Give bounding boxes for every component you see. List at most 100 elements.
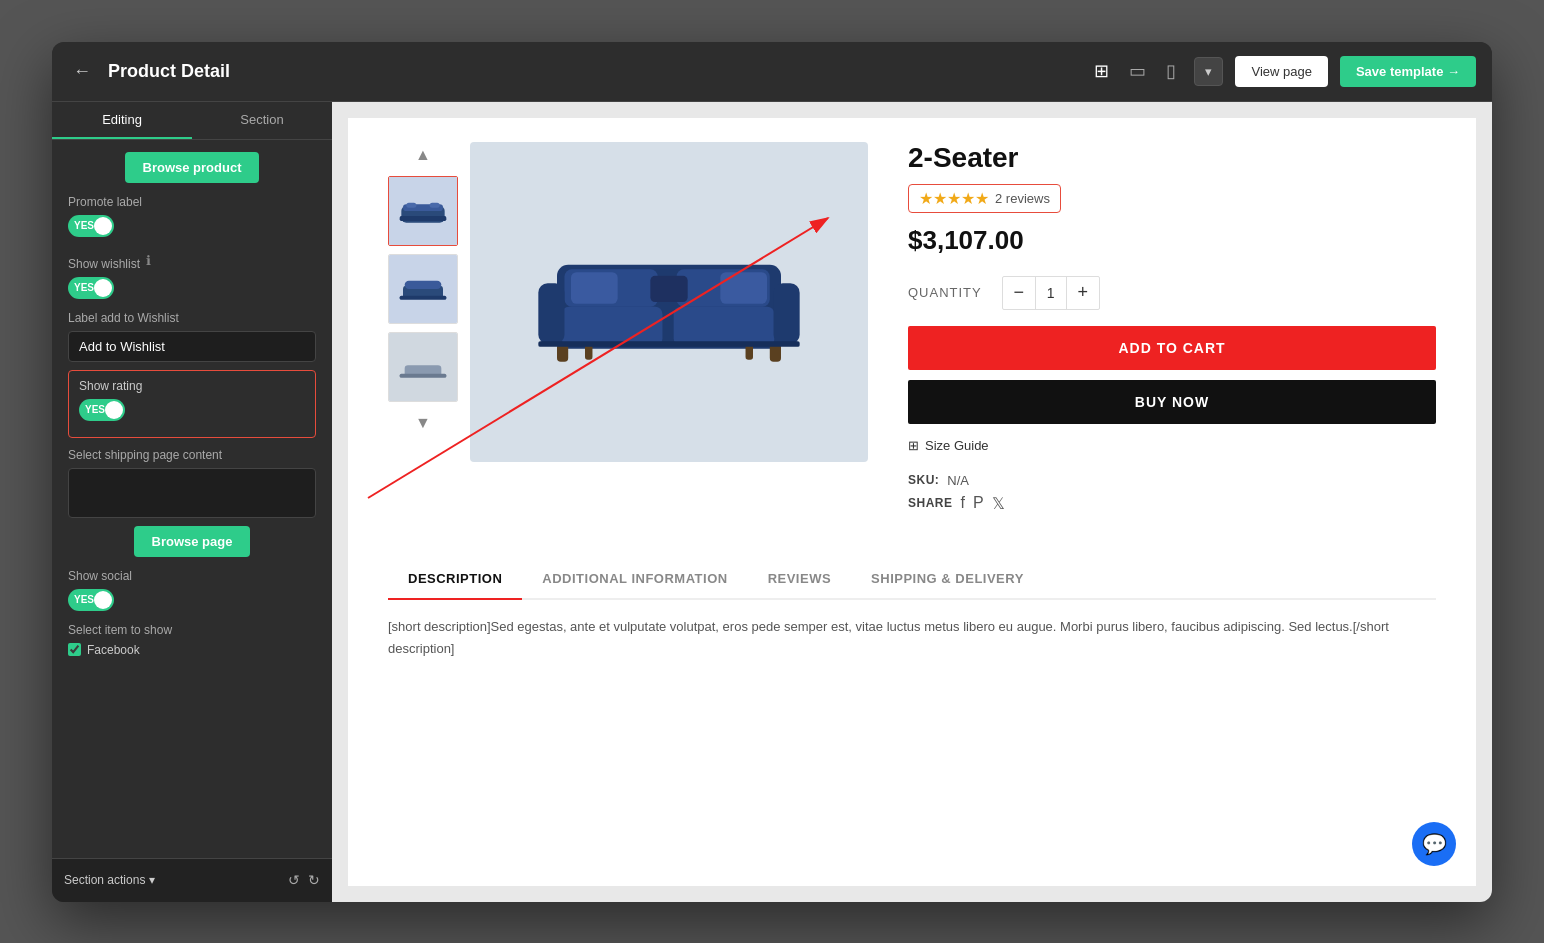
section-actions-bar: Section actions ▾ ↺ ↻ <box>52 858 332 902</box>
svg-rect-16 <box>720 272 767 304</box>
redo-button[interactable]: ↻ <box>308 872 320 888</box>
product-tabs: DESCRIPTION ADDITIONAL INFORMATION REVIE… <box>388 559 1436 600</box>
tab-section[interactable]: Section <box>192 102 332 139</box>
promote-toggle-row: YES <box>68 215 316 237</box>
show-rating-toggle-label: YES <box>85 404 105 415</box>
tab-editing[interactable]: Editing <box>52 102 192 139</box>
svg-rect-17 <box>650 275 687 301</box>
quantity-label: QUANTITY <box>908 285 982 300</box>
section-actions-label: Section actions <box>64 873 145 887</box>
select-shipping-label: Select shipping page content <box>68 448 316 462</box>
sku-value: N/A <box>947 473 969 488</box>
back-button[interactable]: ← <box>68 57 96 85</box>
size-guide[interactable]: ⊞ Size Guide <box>908 438 1436 453</box>
facebook-label: Facebook <box>87 643 140 657</box>
thumb-img-3 <box>389 333 457 401</box>
main-area: Editing Section Browse product Promote l… <box>52 102 1492 902</box>
facebook-icon[interactable]: f <box>961 494 965 512</box>
mobile-view-icon[interactable]: ▯ <box>1160 56 1182 86</box>
quantity-row: QUANTITY − 1 + <box>908 276 1436 310</box>
tab-shipping[interactable]: SHIPPING & DELIVERY <box>851 559 1044 600</box>
sidebar: Editing Section Browse product Promote l… <box>52 102 332 902</box>
product-info: 2-Seater ★★★★★ 2 reviews $3,107.00 QUANT… <box>908 142 1436 519</box>
product-name: 2-Seater <box>908 142 1436 174</box>
tab-description[interactable]: DESCRIPTION <box>388 559 522 600</box>
share-row: SHARE f P 𝕏 <box>908 494 1436 513</box>
tablet-view-icon[interactable]: ▭ <box>1123 56 1152 86</box>
show-rating-toggle[interactable]: YES <box>79 399 125 421</box>
product-description: [short description]Sed egestas, ante et … <box>388 616 1436 660</box>
show-wishlist-toggle-row: YES <box>68 277 316 299</box>
image-gallery: ▲ <box>388 142 868 519</box>
view-controls: ⊞ ▭ ▯ <box>1088 56 1182 86</box>
product-price: $3,107.00 <box>908 225 1436 256</box>
add-to-cart-button[interactable]: ADD TO CART <box>908 326 1436 370</box>
svg-rect-6 <box>400 295 447 299</box>
show-wishlist-toggle[interactable]: YES <box>68 277 114 299</box>
shipping-content-area <box>68 468 316 518</box>
thumb-down-nav[interactable]: ▼ <box>411 410 435 436</box>
product-top: ▲ <box>388 142 1436 519</box>
svg-rect-7 <box>405 280 442 288</box>
desktop-view-icon[interactable]: ⊞ <box>1088 56 1115 86</box>
svg-rect-12 <box>674 306 775 345</box>
section-actions-button[interactable]: Section actions ▾ <box>64 873 155 887</box>
couch-illustration <box>529 202 809 402</box>
chevron-down-icon: ▾ <box>149 873 155 887</box>
browse-product-button[interactable]: Browse product <box>125 152 260 183</box>
pinterest-icon[interactable]: P <box>973 494 984 512</box>
facebook-checkbox-row: Facebook <box>68 643 316 657</box>
sidebar-tabs: Editing Section <box>52 102 332 140</box>
svg-rect-3 <box>406 202 416 207</box>
buy-now-button[interactable]: BUY NOW <box>908 380 1436 424</box>
label-add-wishlist: Label add to Wishlist <box>68 311 316 325</box>
size-guide-icon: ⊞ <box>908 438 919 453</box>
quantity-control: − 1 + <box>1002 276 1100 310</box>
dropdown-button[interactable]: ▾ <box>1194 57 1223 86</box>
promote-toggle-label: YES <box>74 220 94 231</box>
rating-stars: ★★★★★ <box>919 189 989 208</box>
chat-icon: 💬 <box>1422 832 1447 856</box>
rating-box[interactable]: ★★★★★ 2 reviews <box>908 184 1061 213</box>
facebook-checkbox[interactable] <box>68 643 81 656</box>
preview-inner: ▲ <box>348 118 1476 886</box>
wishlist-input[interactable] <box>68 331 316 362</box>
show-social-toggle-knob <box>94 591 112 609</box>
thumb-up-nav[interactable]: ▲ <box>411 142 435 168</box>
svg-rect-1 <box>400 216 447 221</box>
quantity-decrease-button[interactable]: − <box>1003 277 1035 309</box>
promote-toggle-knob <box>94 217 112 235</box>
tab-reviews[interactable]: REVIEWS <box>748 559 851 600</box>
svg-rect-11 <box>562 306 663 345</box>
info-icon[interactable]: ℹ <box>146 253 151 268</box>
thumbnail-2[interactable] <box>388 254 458 324</box>
browse-page-button[interactable]: Browse page <box>134 526 251 557</box>
quantity-increase-button[interactable]: + <box>1067 277 1099 309</box>
thumbnail-1[interactable] <box>388 176 458 246</box>
thumbnails: ▲ <box>388 142 458 519</box>
redo-icon: ↻ <box>308 872 320 888</box>
show-wishlist-toggle-label: YES <box>74 282 94 293</box>
twitter-icon[interactable]: 𝕏 <box>992 494 1005 513</box>
promote-label: Promote label <box>68 195 316 209</box>
quantity-value: 1 <box>1035 277 1067 309</box>
svg-rect-18 <box>538 283 564 344</box>
view-page-button[interactable]: View page <box>1235 56 1327 87</box>
review-count: 2 reviews <box>995 191 1050 206</box>
promote-toggle[interactable]: YES <box>68 215 114 237</box>
undo-button[interactable]: ↺ <box>288 872 300 888</box>
svg-rect-9 <box>400 373 447 377</box>
preview-area: ▲ <box>332 102 1492 902</box>
show-social-toggle[interactable]: YES <box>68 589 114 611</box>
svg-rect-15 <box>571 272 618 304</box>
svg-rect-4 <box>430 202 440 207</box>
show-rating-box: Show rating YES <box>68 370 316 438</box>
top-bar: ← Product Detail ⊞ ▭ ▯ ▾ View page Save … <box>52 42 1492 102</box>
chat-bubble[interactable]: 💬 <box>1412 822 1456 866</box>
show-social-toggle-row: YES <box>68 589 316 611</box>
tab-additional-info[interactable]: ADDITIONAL INFORMATION <box>522 559 747 600</box>
save-template-button[interactable]: Save template → <box>1340 56 1476 87</box>
thumbnail-3[interactable] <box>388 332 458 402</box>
main-product-image <box>470 142 868 462</box>
size-guide-label: Size Guide <box>925 438 989 453</box>
